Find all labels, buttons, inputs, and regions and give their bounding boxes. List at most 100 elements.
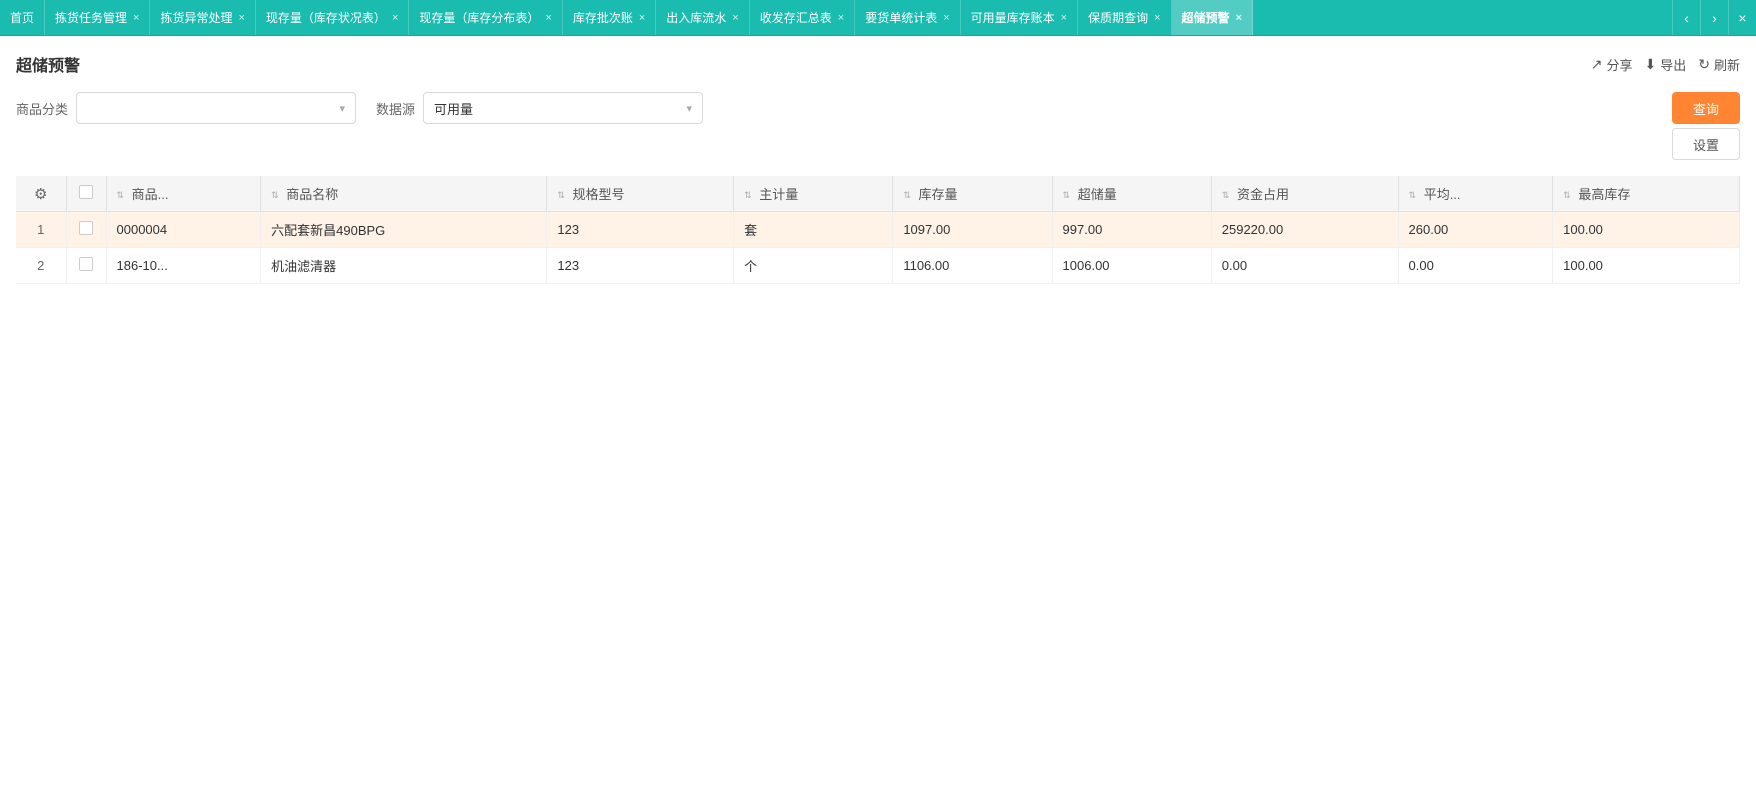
header-actions: ↗ 分享 ⬇ 导出 ↻ 刷新 <box>1591 55 1740 74</box>
cell-avg-1: 0.00 <box>1398 248 1553 284</box>
th-overstock[interactable]: ⇅ 超储量 <box>1052 176 1211 212</box>
cell-checkbox-1 <box>66 248 106 284</box>
nav-right-arrow[interactable]: › <box>1700 0 1728 36</box>
th-product-name-label: 商品名称 <box>286 187 338 202</box>
th-capital[interactable]: ⇅ 资金占用 <box>1211 176 1398 212</box>
nav-tab-stock-status[interactable]: 现存量（库存状况表）× <box>256 0 409 36</box>
page-header: 超储预警 ↗ 分享 ⬇ 导出 ↻ 刷新 <box>16 52 1740 76</box>
th-unit-label: 主计量 <box>759 187 798 202</box>
close-tab-order-stat[interactable]: × <box>943 12 949 24</box>
nav-tab-home[interactable]: 首页 <box>0 0 45 36</box>
th-max-stock[interactable]: ⇅ 最高库存 <box>1553 176 1740 212</box>
export-label: 导出 <box>1660 55 1686 74</box>
close-tab-stock-status[interactable]: × <box>392 12 398 24</box>
share-icon: ↗ <box>1591 56 1603 73</box>
category-filter: 商品分类 ▾ <box>16 92 356 124</box>
page-title: 超储预警 <box>16 52 80 76</box>
cell-maxstock-0: 100.00 <box>1553 212 1740 248</box>
cell-name-1: 机油滤清器 <box>261 248 547 284</box>
cell-unit-0: 套 <box>734 212 893 248</box>
export-icon: ⬇ <box>1645 56 1657 73</box>
cell-index-1: 2 <box>16 248 66 284</box>
cell-name-0: 六配套新昌490BPG <box>261 212 547 248</box>
close-tab-overstock[interactable]: × <box>1236 12 1242 24</box>
close-tab-available[interactable]: × <box>1061 12 1067 24</box>
category-chevron-icon: ▾ <box>339 102 345 115</box>
cell-checkbox-0 <box>66 212 106 248</box>
nav-tab-stock-dist[interactable]: 现存量（库存分布表）× <box>409 0 562 36</box>
close-tab-batch[interactable]: × <box>639 12 645 24</box>
cell-code-0: 0000004 <box>106 212 261 248</box>
row-checkbox-1[interactable] <box>79 257 93 271</box>
refresh-button[interactable]: ↻ 刷新 <box>1698 55 1740 74</box>
datasource-select[interactable]: 可用量 ▾ <box>423 92 703 124</box>
row-checkbox-0[interactable] <box>79 221 93 235</box>
cell-spec-1: 123 <box>547 248 734 284</box>
sort-overstock-icon: ⇅ <box>1063 191 1071 200</box>
close-tab-task[interactable]: × <box>133 12 139 24</box>
cell-maxstock-1: 100.00 <box>1553 248 1740 284</box>
th-spec-label: 规格型号 <box>573 187 625 202</box>
th-stock[interactable]: ⇅ 库存量 <box>893 176 1052 212</box>
cell-code-1: 186-10... <box>106 248 261 284</box>
sort-product-name-icon: ⇅ <box>271 191 279 200</box>
refresh-label: 刷新 <box>1714 55 1740 74</box>
category-label: 商品分类 <box>16 99 68 118</box>
settings-button[interactable]: 设置 <box>1672 128 1740 160</box>
datasource-filter: 数据源 可用量 ▾ <box>376 92 703 124</box>
nav-tab-task[interactable]: 拣货任务管理× <box>45 0 150 36</box>
datasource-chevron-icon: ▾ <box>687 102 693 115</box>
th-product-name[interactable]: ⇅ 商品名称 <box>261 176 547 212</box>
sort-avg-icon: ⇅ <box>1409 191 1417 200</box>
share-label: 分享 <box>1606 55 1632 74</box>
share-button[interactable]: ↗ 分享 <box>1591 55 1633 74</box>
nav-tab-collect[interactable]: 收发存汇总表× <box>750 0 855 36</box>
category-select[interactable]: ▾ <box>76 92 356 124</box>
export-button[interactable]: ⬇ 导出 <box>1645 55 1687 74</box>
close-tab-stock-dist[interactable]: × <box>545 12 551 24</box>
nav-close-arrow[interactable]: × <box>1728 0 1756 36</box>
sort-stock-icon: ⇅ <box>903 191 911 200</box>
cell-stock-0: 1097.00 <box>893 212 1052 248</box>
sort-unit-icon: ⇅ <box>744 191 752 200</box>
th-avg-label: 平均... <box>1424 187 1461 202</box>
sort-product-code-icon: ⇅ <box>117 191 125 200</box>
cell-overstock-0: 997.00 <box>1052 212 1211 248</box>
th-checkbox <box>66 176 106 212</box>
nav-tab-inout[interactable]: 出入库流水× <box>656 0 749 36</box>
nav-tab-available[interactable]: 可用量库存账本× <box>961 0 1078 36</box>
main-content: 超储预警 ↗ 分享 ⬇ 导出 ↻ 刷新 商品分类 ▾ <box>0 36 1756 800</box>
query-button[interactable]: 查询 <box>1672 92 1740 124</box>
gear-icon[interactable]: ⚙ <box>34 185 47 203</box>
th-avg[interactable]: ⇅ 平均... <box>1398 176 1553 212</box>
close-tab-inout[interactable]: × <box>732 12 738 24</box>
th-gear: ⚙ <box>16 176 66 212</box>
datasource-value: 可用量 <box>434 99 473 118</box>
nav-left-arrow[interactable]: ‹ <box>1672 0 1700 36</box>
nav-tab-overstock[interactable]: 超储预警× <box>1172 0 1253 36</box>
cell-index-0: 1 <box>16 212 66 248</box>
cell-capital-0: 259220.00 <box>1211 212 1398 248</box>
datasource-label: 数据源 <box>376 99 415 118</box>
nav-tab-order-stat[interactable]: 要货单统计表× <box>855 0 960 36</box>
th-capital-label: 资金占用 <box>1237 187 1289 202</box>
th-unit[interactable]: ⇅ 主计量 <box>734 176 893 212</box>
table-row: 2 186-10... 机油滤清器 123 个 1106.00 1006.00 … <box>16 248 1740 284</box>
table-header-row: ⚙ ⇅ 商品... ⇅ 商品名称 ⇅ 规格型号 ⇅ <box>16 176 1740 212</box>
top-nav: 首页拣货任务管理×拣货异常处理×现存量（库存状况表）×现存量（库存分布表）×库存… <box>0 0 1756 36</box>
nav-tab-quality[interactable]: 保质期查询× <box>1078 0 1171 36</box>
close-tab-quality[interactable]: × <box>1154 12 1160 24</box>
close-tab-collect[interactable]: × <box>838 12 844 24</box>
sort-spec-icon: ⇅ <box>557 191 565 200</box>
nav-tab-batch[interactable]: 库存批次账× <box>563 0 656 36</box>
nav-tab-abnormal[interactable]: 拣货异常处理× <box>150 0 255 36</box>
data-table: ⚙ ⇅ 商品... ⇅ 商品名称 ⇅ 规格型号 ⇅ <box>16 176 1740 284</box>
close-tab-abnormal[interactable]: × <box>238 12 244 24</box>
sort-capital-icon: ⇅ <box>1222 191 1230 200</box>
refresh-icon: ↻ <box>1698 56 1710 73</box>
select-all-checkbox[interactable] <box>79 185 93 199</box>
table-row: 1 0000004 六配套新昌490BPG 123 套 1097.00 997.… <box>16 212 1740 248</box>
cell-stock-1: 1106.00 <box>893 248 1052 284</box>
th-spec[interactable]: ⇅ 规格型号 <box>547 176 734 212</box>
th-product-code[interactable]: ⇅ 商品... <box>106 176 261 212</box>
